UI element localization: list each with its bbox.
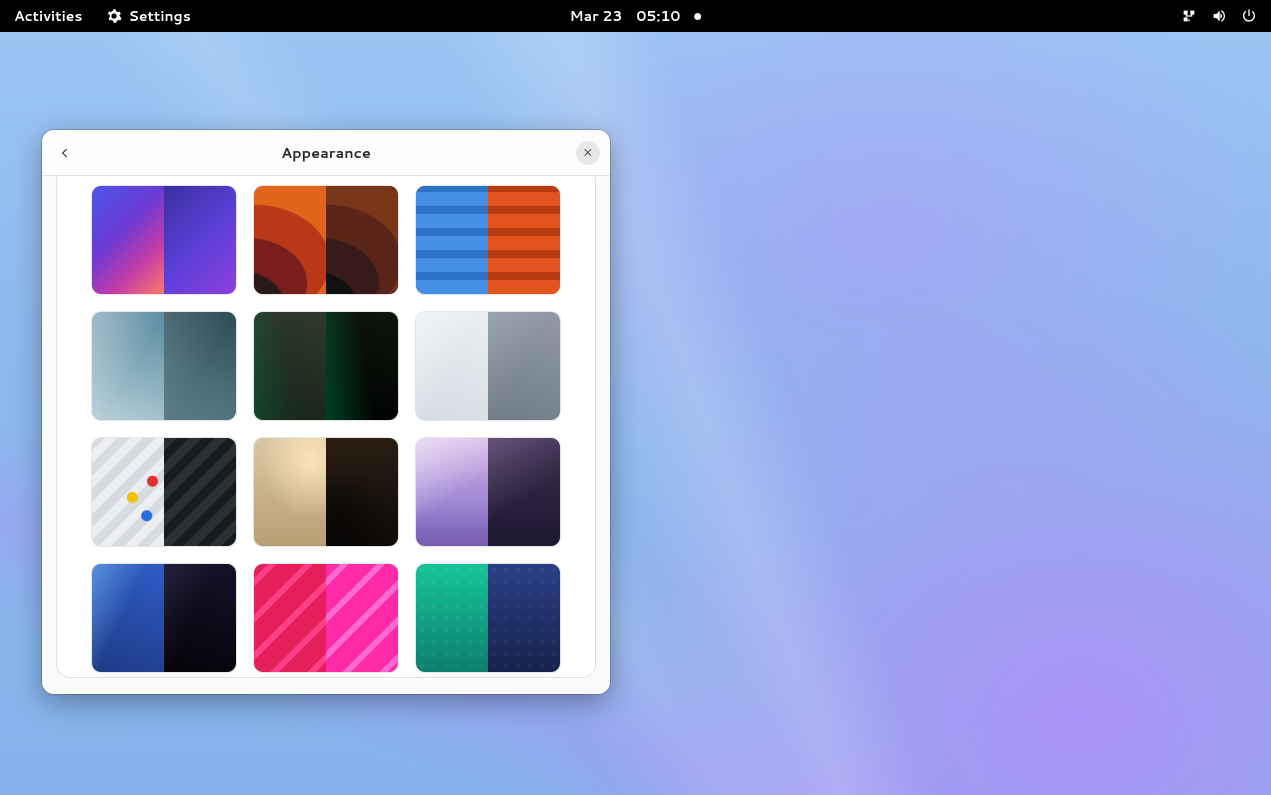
wallpaper-thumbnail[interactable] bbox=[254, 186, 398, 294]
focused-app-name: Settings bbox=[128, 6, 190, 26]
wallpaper-light-half bbox=[416, 312, 488, 420]
wallpaper-thumbnail[interactable] bbox=[254, 438, 398, 546]
back-button[interactable] bbox=[52, 140, 78, 166]
wallpaper-dark-half bbox=[164, 312, 236, 420]
wallpaper-dark-half bbox=[326, 186, 398, 294]
notification-dot-icon bbox=[694, 13, 701, 20]
settings-window: Appearance bbox=[42, 130, 610, 694]
wallpaper-dark-half bbox=[164, 438, 236, 546]
wallpaper-light-half bbox=[92, 186, 164, 294]
wallpaper-thumbnail[interactable] bbox=[92, 312, 236, 420]
wallpaper-light-half bbox=[416, 186, 488, 294]
wallpaper-dark-half bbox=[488, 438, 560, 546]
wallpaper-dark-half bbox=[326, 438, 398, 546]
power-icon[interactable] bbox=[1241, 8, 1257, 24]
network-icon[interactable] bbox=[1181, 8, 1197, 24]
wallpaper-panel bbox=[56, 176, 596, 678]
wallpaper-light-half bbox=[416, 438, 488, 546]
wallpaper-dark-half bbox=[488, 564, 560, 672]
wallpaper-thumbnail[interactable] bbox=[416, 312, 560, 420]
close-button[interactable] bbox=[576, 141, 600, 165]
wallpaper-thumbnail[interactable] bbox=[92, 438, 236, 546]
window-body bbox=[42, 176, 610, 694]
gnome-top-bar: Activities Settings Mar 23 05:10 bbox=[0, 0, 1271, 32]
wallpaper-thumbnail[interactable] bbox=[416, 186, 560, 294]
volume-icon[interactable] bbox=[1211, 8, 1227, 24]
wallpaper-dark-half bbox=[488, 186, 560, 294]
wallpaper-light-half bbox=[254, 564, 326, 672]
wallpaper-thumbnail[interactable] bbox=[254, 564, 398, 672]
wallpaper-dark-half bbox=[326, 312, 398, 420]
gear-icon bbox=[106, 8, 122, 24]
wallpaper-dark-half bbox=[164, 186, 236, 294]
activities-button[interactable]: Activities bbox=[14, 6, 82, 26]
window-titlebar: Appearance bbox=[42, 130, 610, 176]
wallpaper-light-half bbox=[254, 186, 326, 294]
focused-app-menu[interactable]: Settings bbox=[106, 6, 190, 26]
wallpaper-light-half bbox=[92, 438, 164, 546]
clock-menu[interactable]: Mar 23 05:10 bbox=[570, 6, 702, 26]
wallpaper-thumbnail[interactable] bbox=[92, 186, 236, 294]
wallpaper-light-half bbox=[416, 564, 488, 672]
wallpaper-thumbnail[interactable] bbox=[254, 312, 398, 420]
wallpaper-dark-half bbox=[488, 312, 560, 420]
window-title: Appearance bbox=[281, 142, 371, 163]
chevron-left-icon bbox=[58, 146, 72, 160]
wallpaper-light-half bbox=[92, 564, 164, 672]
clock-date: Mar 23 bbox=[570, 6, 623, 26]
wallpaper-light-half bbox=[92, 312, 164, 420]
wallpaper-scroll[interactable] bbox=[57, 176, 595, 677]
wallpaper-dark-half bbox=[164, 564, 236, 672]
wallpaper-thumbnail[interactable] bbox=[92, 564, 236, 672]
close-icon bbox=[583, 147, 594, 158]
wallpaper-light-half bbox=[254, 312, 326, 420]
wallpaper-thumbnail[interactable] bbox=[416, 564, 560, 672]
wallpaper-dark-half bbox=[326, 564, 398, 672]
wallpaper-thumbnail[interactable] bbox=[416, 438, 560, 546]
clock-time: 05:10 bbox=[636, 6, 680, 26]
wallpaper-light-half bbox=[254, 438, 326, 546]
wallpaper-grid bbox=[57, 176, 595, 677]
